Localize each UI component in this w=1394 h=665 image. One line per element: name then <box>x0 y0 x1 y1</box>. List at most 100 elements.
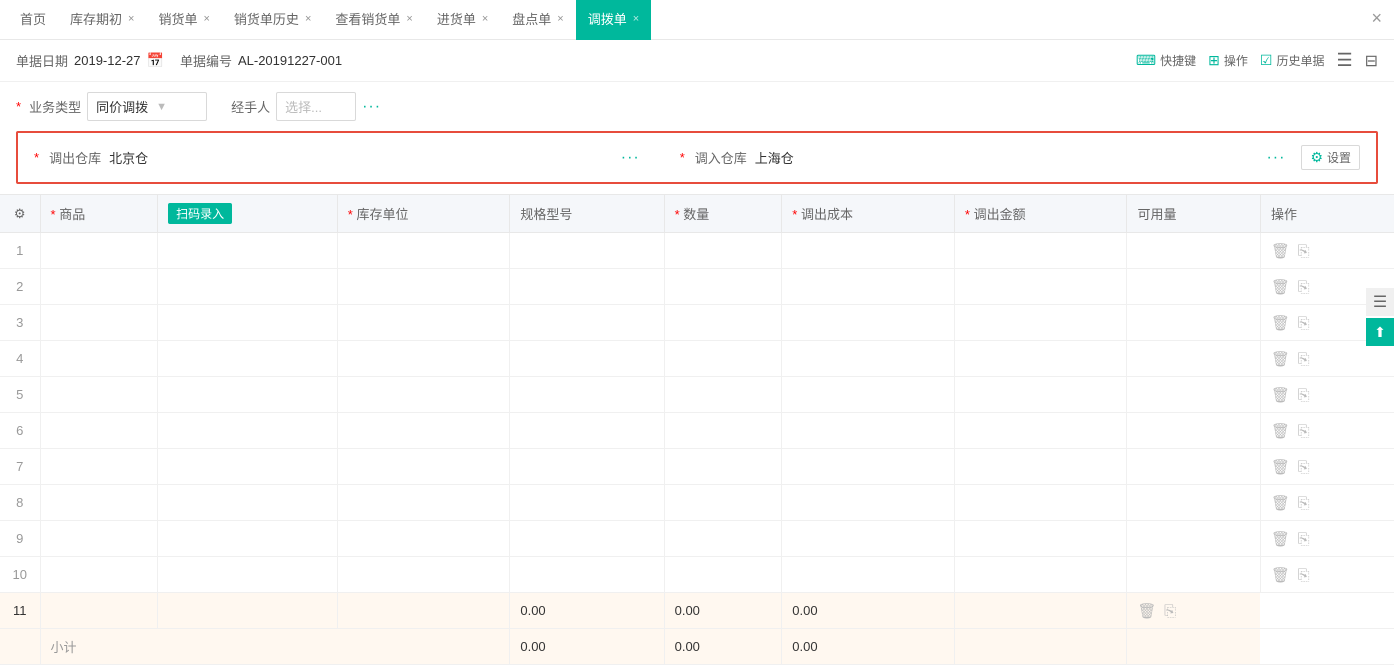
calendar-icon[interactable]: 📅 <box>147 52 164 69</box>
tab-view-sales[interactable]: 查看销货单 × <box>323 0 424 40</box>
history-button[interactable]: ☑ 历史单据 <box>1260 52 1325 69</box>
row-num-1: 1 <box>0 233 40 269</box>
copy-icon-6[interactable]: ⎘ <box>1298 423 1310 440</box>
in-warehouse-field: * 调入仓库 上海仓 ··· <box>680 148 1286 167</box>
delete-icon-11[interactable]: 🗑 <box>1137 603 1156 620</box>
row-op-8: 🗑 ⎘ <box>1260 485 1394 521</box>
row-spec-7 <box>510 449 664 485</box>
row-amount-3 <box>954 305 1127 341</box>
col-scan: 扫码录入 <box>158 195 338 233</box>
close-purchase-tab[interactable]: × <box>482 13 488 25</box>
row-available-8 <box>1127 485 1260 521</box>
row-scan-9 <box>158 521 338 557</box>
row-qty-4 <box>664 341 782 377</box>
delete-icon-3[interactable]: 🗑 <box>1271 315 1290 332</box>
copy-icon-1[interactable]: ⎘ <box>1298 243 1310 260</box>
warehouse-setting-button[interactable]: ⚙ 设置 <box>1301 145 1360 170</box>
row-unit-5 <box>337 377 510 413</box>
row-amount-10 <box>954 557 1127 593</box>
col-unit: * 库存单位 <box>337 195 510 233</box>
float-export-button[interactable]: ⬆ <box>1366 318 1394 346</box>
row-product-2[interactable] <box>40 269 158 305</box>
operation-button[interactable]: ⊞ 操作 <box>1208 52 1248 69</box>
col-product-label: 商品 <box>59 207 85 222</box>
row-spec-4 <box>510 341 664 377</box>
delete-icon-7[interactable]: 🗑 <box>1271 459 1290 476</box>
copy-icon-7[interactable]: ⎘ <box>1298 459 1310 476</box>
row-spec-9 <box>510 521 664 557</box>
row-available-5 <box>1127 377 1260 413</box>
tab-home[interactable]: 首页 <box>8 0 58 40</box>
delete-icon-9[interactable]: 🗑 <box>1271 531 1290 548</box>
copy-icon-11[interactable]: ⎘ <box>1164 603 1176 620</box>
shortcut-button[interactable]: ⌨ 快捷键 <box>1136 52 1196 69</box>
copy-icon-8[interactable]: ⎘ <box>1298 495 1310 512</box>
row-op-7: 🗑 ⎘ <box>1260 449 1394 485</box>
handler-select[interactable]: 选择... <box>276 92 356 121</box>
delete-icon-6[interactable]: 🗑 <box>1271 423 1290 440</box>
tab-inventory[interactable]: 盘点单 × <box>500 0 575 40</box>
copy-icon-10[interactable]: ⎘ <box>1298 567 1310 584</box>
delete-icon-5[interactable]: 🗑 <box>1271 387 1290 404</box>
row-qty-10 <box>664 557 782 593</box>
row-unit-9 <box>337 521 510 557</box>
close-transfer-tab[interactable]: × <box>633 13 639 25</box>
row-product-10[interactable] <box>40 557 158 593</box>
handler-group: 经手人 选择... ··· <box>231 92 381 121</box>
close-sales-order-tab[interactable]: × <box>203 13 209 25</box>
row-op-11: 🗑 ⎘ <box>1127 593 1260 629</box>
layout-grid-button[interactable]: ⊟ <box>1365 51 1378 71</box>
row-scan-3 <box>158 305 338 341</box>
row-product-8[interactable] <box>40 485 158 521</box>
row-available-1 <box>1127 233 1260 269</box>
row-qty-2 <box>664 269 782 305</box>
copy-icon-4[interactable]: ⎘ <box>1298 351 1310 368</box>
row-amount-2 <box>954 269 1127 305</box>
tab-inventory-init[interactable]: 库存期初 × <box>58 0 146 40</box>
business-type-select[interactable]: 同价调拨 ▼ <box>87 92 207 121</box>
copy-icon-3[interactable]: ⎘ <box>1298 315 1310 332</box>
date-field: 单据日期 2019-12-27 📅 <box>16 51 164 70</box>
row-product-6[interactable] <box>40 413 158 449</box>
tab-transfer[interactable]: 调拨单 × <box>576 0 651 40</box>
tab-sales-order[interactable]: 销货单 × <box>146 0 221 40</box>
handler-more-button[interactable]: ··· <box>362 98 381 116</box>
delete-icon-10[interactable]: 🗑 <box>1271 567 1290 584</box>
row-cost-5 <box>782 377 955 413</box>
row-cost-11: 0.00 <box>664 593 782 629</box>
row-product-9[interactable] <box>40 521 158 557</box>
tab-sales-history[interactable]: 销货单历史 × <box>222 0 323 40</box>
close-view-sales-tab[interactable]: × <box>406 13 412 25</box>
row-product-4[interactable] <box>40 341 158 377</box>
out-warehouse-more-button[interactable]: ··· <box>621 149 640 167</box>
row-product-1[interactable] <box>40 233 158 269</box>
close-sales-history-tab[interactable]: × <box>305 13 311 25</box>
row-cost-2 <box>782 269 955 305</box>
row-product-5[interactable] <box>40 377 158 413</box>
row-num-7: 7 <box>0 449 40 485</box>
scan-button[interactable]: 扫码录入 <box>168 203 232 224</box>
row-scan-6 <box>158 413 338 449</box>
close-inventory-init-tab[interactable]: × <box>128 13 134 25</box>
delete-icon-2[interactable]: 🗑 <box>1271 279 1290 296</box>
delete-icon-4[interactable]: 🗑 <box>1271 351 1290 368</box>
row-unit-11 <box>337 593 510 629</box>
delete-icon-8[interactable]: 🗑 <box>1271 495 1290 512</box>
delete-icon-1[interactable]: 🗑 <box>1271 243 1290 260</box>
close-inventory-tab[interactable]: × <box>557 13 563 25</box>
layout-list-button[interactable]: ☰ <box>1336 50 1352 71</box>
row-product-3[interactable] <box>40 305 158 341</box>
gear-icon: ⚙ <box>1310 149 1323 166</box>
copy-icon-2[interactable]: ⎘ <box>1298 279 1310 296</box>
tab-purchase[interactable]: 进货单 × <box>425 0 500 40</box>
copy-icon-9[interactable]: ⎘ <box>1298 531 1310 548</box>
in-warehouse-more-button[interactable]: ··· <box>1266 149 1285 167</box>
row-amount-9 <box>954 521 1127 557</box>
row-available-10 <box>1127 557 1260 593</box>
row-product-7[interactable] <box>40 449 158 485</box>
row-num-5: 5 <box>0 377 40 413</box>
copy-icon-5[interactable]: ⎘ <box>1298 387 1310 404</box>
main-close-button[interactable]: × <box>1371 8 1382 29</box>
col-gear[interactable]: ⚙ <box>0 195 40 233</box>
float-list-button[interactable]: ☰ <box>1366 288 1394 316</box>
